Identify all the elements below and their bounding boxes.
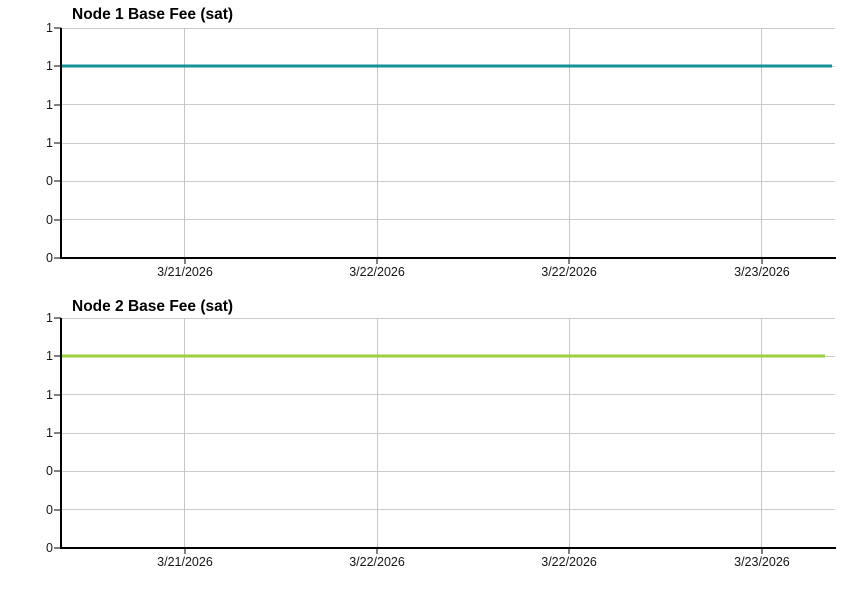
y-tick-label: 1 [46,137,53,150]
y-tick-label: 0 [46,465,53,478]
x-tick-label: 3/23/2026 [734,266,790,279]
v-gridline [569,28,570,258]
y-tick-label: 0 [46,542,53,555]
v-gridline [377,28,378,258]
series-line [62,355,825,358]
x-tick-label: 3/22/2026 [349,556,405,569]
x-tick-label: 3/21/2026 [157,556,213,569]
chart-title: Node 2 Base Fee (sat) [72,298,233,316]
h-gridline [61,318,835,319]
x-axis-spine [60,257,836,259]
x-tick-label: 3/23/2026 [734,556,790,569]
v-gridline [761,28,762,258]
y-tick-label: 1 [46,350,53,363]
h-gridline [61,471,835,472]
chart-title: Node 1 Base Fee (sat) [72,6,233,24]
y-tick-label: 1 [46,60,53,73]
y-tick-label: 1 [46,22,53,35]
v-gridline [569,318,570,548]
v-gridline [184,318,185,548]
y-tick-label: 0 [46,213,53,226]
x-tick-label: 3/22/2026 [349,266,405,279]
y-axis-spine [60,318,62,549]
x-tick-label: 3/21/2026 [157,266,213,279]
h-gridline [61,181,835,182]
y-tick-label: 0 [46,252,53,265]
plot-area: 11110003/21/20263/22/20263/22/20263/23/2… [61,318,835,548]
y-tick-label: 0 [46,175,53,188]
chart-node-1-base-fee: Node 1 Base Fee (sat) 11110003/21/20263/… [0,0,860,290]
y-tick-label: 1 [46,312,53,325]
x-axis-spine [60,547,836,549]
y-tick-label: 0 [46,503,53,516]
chart-node-2-base-fee: Node 2 Base Fee (sat) 11110003/21/20263/… [0,290,860,600]
y-tick-label: 1 [46,427,53,440]
v-gridline [761,318,762,548]
h-gridline [61,433,835,434]
y-tick-label: 1 [46,388,53,401]
h-gridline [61,509,835,510]
h-gridline [61,28,835,29]
y-axis-spine [60,28,62,259]
y-tick-label: 1 [46,98,53,111]
v-gridline [377,318,378,548]
x-tick-label: 3/22/2026 [541,266,597,279]
v-gridline [184,28,185,258]
series-line [62,65,832,68]
h-gridline [61,394,835,395]
h-gridline [61,219,835,220]
plot-area: 11110003/21/20263/22/20263/22/20263/23/2… [61,28,835,258]
h-gridline [61,104,835,105]
h-gridline [61,143,835,144]
x-tick-label: 3/22/2026 [541,556,597,569]
